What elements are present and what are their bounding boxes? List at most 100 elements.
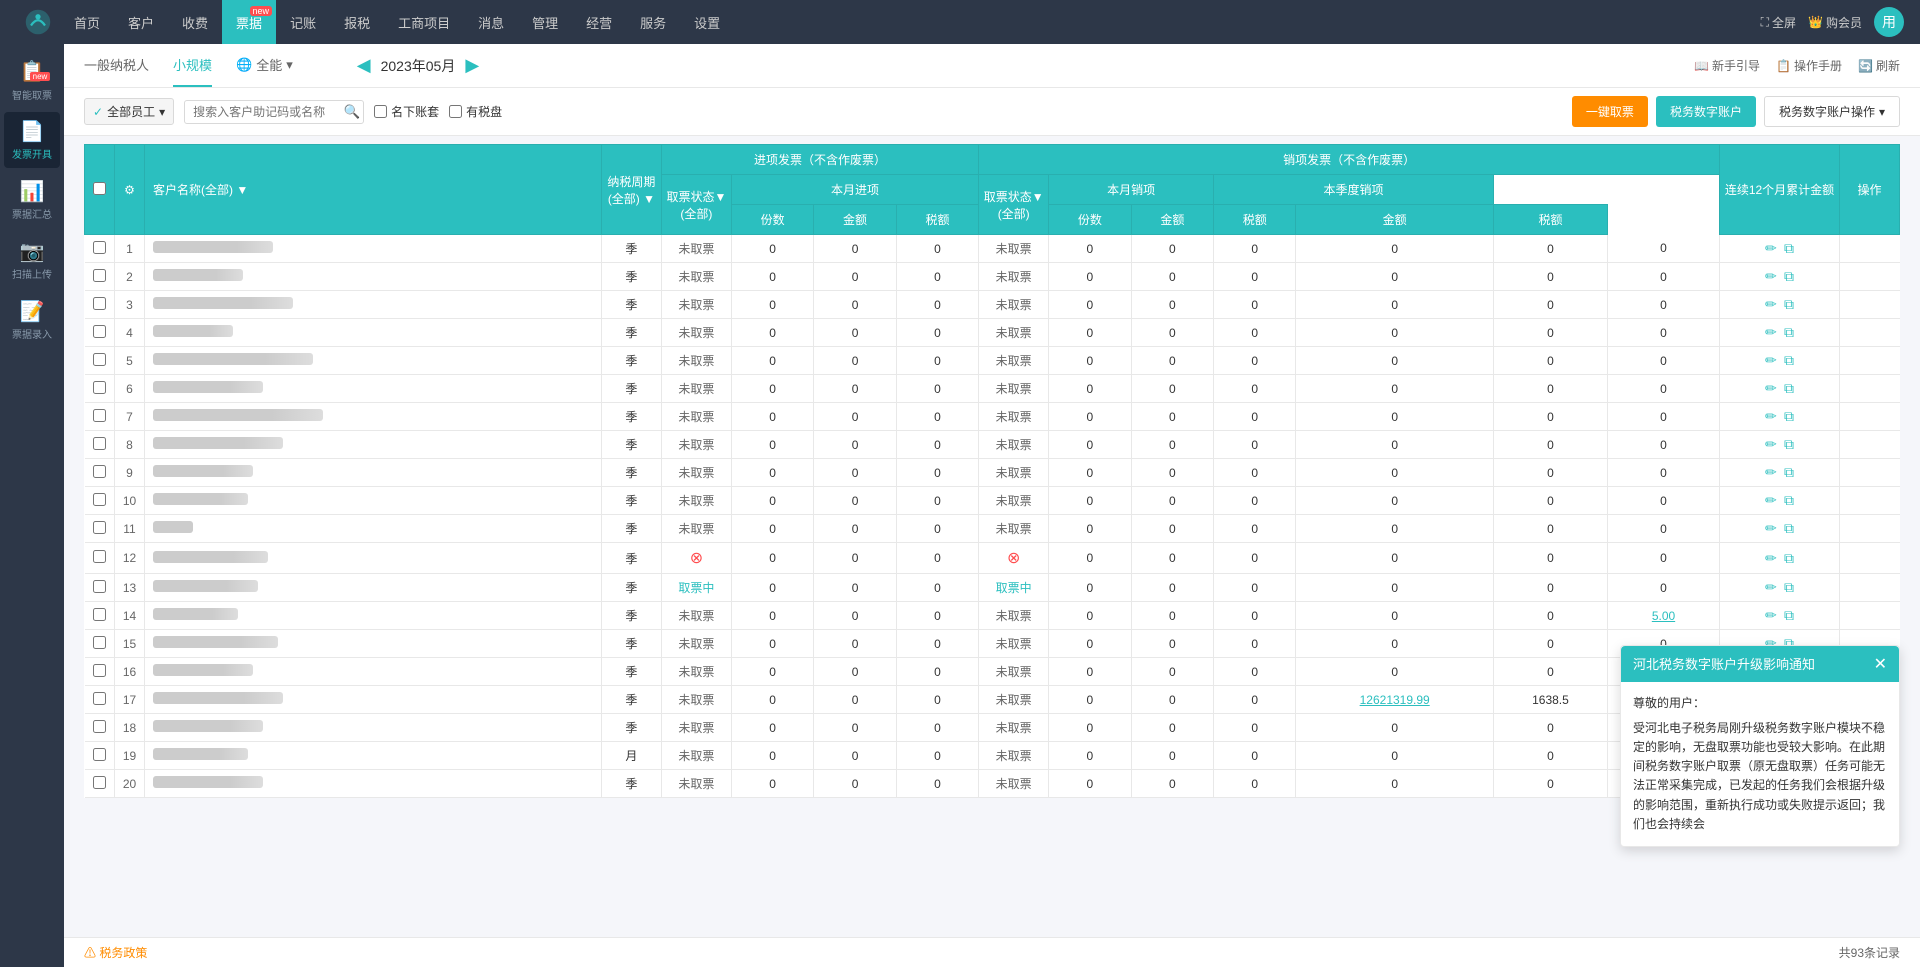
row-checkbox[interactable]	[93, 241, 106, 254]
copy-icon[interactable]: ⧉	[1784, 296, 1794, 312]
subtab-general[interactable]: 一般纳税人	[84, 45, 149, 87]
copy-icon[interactable]: ⧉	[1784, 579, 1794, 595]
guide-link[interactable]: 📖 新手引导	[1694, 57, 1760, 74]
select-all-checkbox[interactable]	[93, 182, 106, 195]
edit-icon[interactable]: ✏	[1765, 240, 1777, 256]
copy-icon[interactable]: ⧉	[1784, 464, 1794, 480]
subtab-small[interactable]: 小规模	[173, 45, 212, 87]
period-next-btn[interactable]: ▶	[465, 55, 479, 76]
employee-filter[interactable]: ✓ 全部员工 ▾	[84, 98, 174, 125]
row-checkbox[interactable]	[93, 437, 106, 450]
edit-icon[interactable]: ✏	[1765, 464, 1777, 480]
th-in-status[interactable]: 取票状态▼(全部)	[661, 175, 731, 235]
nav-item-manage[interactable]: 管理	[518, 0, 572, 44]
th-tax-period[interactable]: 纳税周期(全部) ▼	[601, 145, 661, 235]
edit-icon[interactable]: ✏	[1765, 579, 1777, 595]
copy-icon[interactable]: ⧉	[1784, 492, 1794, 508]
nav-item-invoice[interactable]: 票据 new	[222, 0, 276, 44]
period-prev-btn[interactable]: ◀	[357, 55, 371, 76]
member-btn[interactable]: 👑 购会员	[1808, 14, 1862, 31]
search-btn[interactable]: 🔍	[344, 104, 361, 120]
copy-icon[interactable]: ⧉	[1784, 240, 1794, 256]
edit-icon[interactable]: ✏	[1765, 268, 1777, 284]
row-checkbox[interactable]	[93, 409, 106, 422]
row-checkbox[interactable]	[93, 297, 106, 310]
copy-icon[interactable]: ⧉	[1784, 520, 1794, 536]
th-customer-name[interactable]: 客户名称(全部) ▼	[145, 145, 602, 235]
nav-item-customer[interactable]: 客户	[114, 0, 168, 44]
nav-item-operation[interactable]: 经营	[572, 0, 626, 44]
copy-icon[interactable]: ⧉	[1784, 408, 1794, 424]
check-taxpad-input[interactable]	[449, 105, 462, 118]
nav-item-home[interactable]: 首页	[60, 0, 114, 44]
manual-link[interactable]: 📋 操作手册	[1776, 57, 1842, 74]
row-checkbox[interactable]	[93, 636, 106, 649]
refresh-link[interactable]: 🔄 刷新	[1858, 57, 1900, 74]
copy-icon[interactable]: ⧉	[1784, 607, 1794, 623]
row-in-amount: 0	[814, 658, 896, 686]
copy-icon[interactable]: ⧉	[1784, 268, 1794, 284]
nav-item-tax[interactable]: 报税	[330, 0, 384, 44]
check-taxpad-label[interactable]: 有税盘	[449, 103, 502, 120]
one-click-btn[interactable]: 一键取票	[1572, 96, 1648, 127]
edit-icon[interactable]: ✏	[1765, 324, 1777, 340]
nav-item-settings[interactable]: 设置	[680, 0, 734, 44]
edit-icon[interactable]: ✏	[1765, 436, 1777, 452]
edit-icon[interactable]: ✏	[1765, 380, 1777, 396]
tax-policy-link[interactable]: ⚠ 税务政策	[84, 944, 147, 961]
copy-icon[interactable]: ⧉	[1784, 550, 1794, 566]
edit-icon[interactable]: ✏	[1765, 492, 1777, 508]
sidebar-item-smart-invoice[interactable]: 📋 new 智能取票	[4, 52, 60, 108]
copy-icon[interactable]: ⧉	[1784, 380, 1794, 396]
edit-icon[interactable]: ✏	[1765, 352, 1777, 368]
row-q-amount: 0	[1296, 375, 1493, 403]
row-checkbox[interactable]	[93, 608, 106, 621]
row-in-status: 未取票	[661, 487, 731, 515]
row-checkbox[interactable]	[93, 521, 106, 534]
row-actions: ✏ ⧉	[1720, 459, 1840, 487]
copy-icon[interactable]: ⧉	[1784, 352, 1794, 368]
edit-icon[interactable]: ✏	[1765, 408, 1777, 424]
sidebar-item-entry[interactable]: 📝 票据录入	[4, 292, 60, 348]
digital-ops-btn[interactable]: 税务数字账户操作 ▾	[1764, 96, 1900, 127]
subtab-all[interactable]: 🌐 全能 ▾	[236, 45, 293, 87]
th-out-status[interactable]: 取票状态▼(全部)	[979, 175, 1049, 235]
copy-icon[interactable]: ⧉	[1784, 324, 1794, 340]
row-checkbox[interactable]	[93, 381, 106, 394]
row-out-tax: 0	[1214, 714, 1296, 742]
row-checkbox[interactable]	[93, 692, 106, 705]
nav-item-service[interactable]: 服务	[626, 0, 680, 44]
notify-close-btn[interactable]: ✕	[1874, 654, 1887, 674]
fullscreen-btn[interactable]: ⛶ 全屏	[1761, 14, 1796, 31]
row-checkbox[interactable]	[93, 493, 106, 506]
th-settings[interactable]: ⚙	[115, 145, 145, 235]
edit-icon[interactable]: ✏	[1765, 607, 1777, 623]
search-input[interactable]	[184, 100, 364, 124]
check-account-input[interactable]	[374, 105, 387, 118]
row-checkbox[interactable]	[93, 776, 106, 789]
row-checkbox[interactable]	[93, 465, 106, 478]
nav-item-message[interactable]: 消息	[464, 0, 518, 44]
row-in-tax: 0	[896, 319, 978, 347]
row-checkbox[interactable]	[93, 664, 106, 677]
nav-item-bookkeeping[interactable]: 记账	[276, 0, 330, 44]
sidebar-item-summary[interactable]: 📊 票据汇总	[4, 172, 60, 228]
row-checkbox[interactable]	[93, 720, 106, 733]
row-checkbox[interactable]	[93, 269, 106, 282]
digital-account-btn[interactable]: 税务数字账户	[1656, 96, 1756, 127]
nav-item-billing[interactable]: 收费	[168, 0, 222, 44]
check-account-label[interactable]: 名下账套	[374, 103, 439, 120]
row-checkbox[interactable]	[93, 353, 106, 366]
row-checkbox[interactable]	[93, 325, 106, 338]
row-checkbox[interactable]	[93, 748, 106, 761]
avatar[interactable]: 用	[1874, 7, 1904, 37]
nav-item-commerce[interactable]: 工商项目	[384, 0, 464, 44]
sidebar-item-open-invoice[interactable]: 📄 发票开具	[4, 112, 60, 168]
sidebar-item-scan[interactable]: 📷 扫描上传	[4, 232, 60, 288]
row-checkbox[interactable]	[93, 580, 106, 593]
edit-icon[interactable]: ✏	[1765, 296, 1777, 312]
copy-icon[interactable]: ⧉	[1784, 436, 1794, 452]
row-checkbox[interactable]	[93, 550, 106, 563]
edit-icon[interactable]: ✏	[1765, 550, 1777, 566]
edit-icon[interactable]: ✏	[1765, 520, 1777, 536]
